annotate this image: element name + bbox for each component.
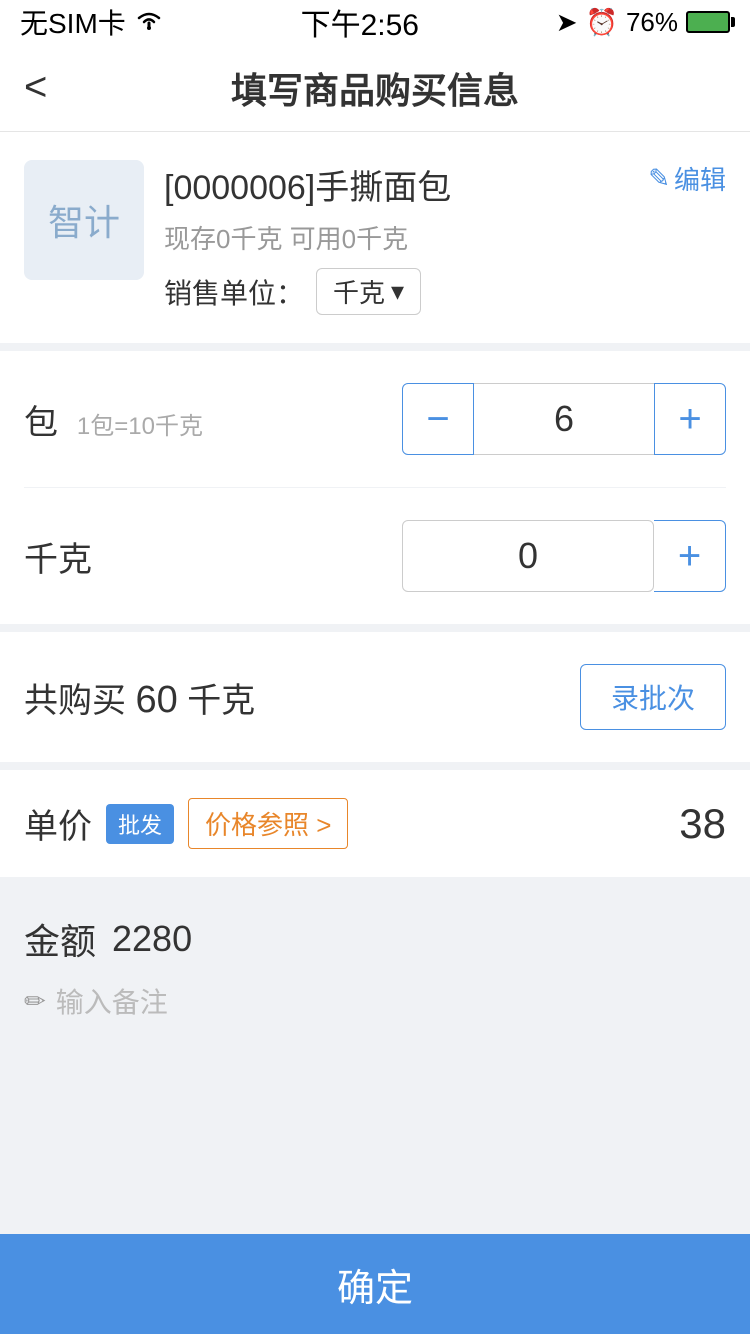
quantity-control-bao: − + [402,383,726,455]
total-amount: 60 [135,679,177,721]
product-unit-row: 销售单位： 千克 ▾ [164,268,726,315]
quantity-bao-input[interactable] [474,383,654,455]
quantity-kg-input[interactable] [402,520,654,592]
product-thumbnail: 智计 [24,160,144,280]
decrease-bao-button[interactable]: − [402,383,474,455]
price-ref-button[interactable]: 价格参照 > [188,798,348,849]
unit-select[interactable]: 千克 ▾ [316,268,421,315]
back-button[interactable]: < [24,65,47,110]
quantity-section: 包 1包=10千克 − + 千克 + [0,351,750,624]
price-ref-label: 价格参照 > [205,805,331,842]
total-row: 共购买 60 千克 录批次 [0,624,750,770]
amount-label: 金额 [24,913,96,965]
edit-button[interactable]: ✎ 编辑 [648,160,726,197]
unit-label: 销售单位： [164,272,304,312]
unit-value: 千克 [333,273,385,310]
alarm-icon: ⏰ [586,7,618,38]
product-stock: 现存0千克 可用0千克 [164,219,726,256]
total-text: 共购买 60 千克 [24,673,255,722]
product-top-row: [0000006]手撕面包 ✎ 编辑 [164,160,726,219]
status-bar: 无SIM卡 下午2:56 ➤ ⏰ 76% [0,0,750,44]
pencil-icon: ✏ [24,986,46,1017]
quantity-label-bao: 包 1包=10千克 [24,395,203,444]
carrier-label: 无SIM卡 [20,2,126,42]
total-label: 共购买 [24,682,126,720]
amount-section: 金额 2280 ✏ 输入备注 [0,885,750,1037]
product-card: 智计 [0000006]手撕面包 ✎ 编辑 现存0千克 可用0千克 销售单位： … [0,132,750,351]
page-title: 填写商品购买信息 [231,62,519,114]
quantity-label-kg: 千克 [24,532,92,581]
quantity-control-kg: + [402,520,726,592]
increase-bao-button[interactable]: + [654,383,726,455]
product-logo: 智计 [48,194,120,246]
price-label: 单价 [24,799,92,848]
batch-button[interactable]: 录批次 [580,664,726,730]
price-tag: 批发 [106,804,174,844]
product-name: [0000006]手撕面包 [164,160,451,209]
total-unit: 千克 [187,682,255,720]
edit-icon-symbol: ✎ [648,163,670,194]
battery-icon [686,11,730,33]
wifi-icon [134,6,164,38]
battery-percent: 76% [626,7,678,38]
label-bao: 包 [24,404,58,442]
quantity-row-kg: 千克 + [24,488,726,624]
price-label-row: 单价 批发 价格参照 > [24,798,348,849]
amount-value: 2280 [112,918,192,960]
hint-bao: 1包=10千克 [77,413,203,440]
product-info: [0000006]手撕面包 ✎ 编辑 现存0千克 可用0千克 销售单位： 千克 … [164,160,726,315]
increase-kg-button[interactable]: + [654,520,726,592]
confirm-button[interactable]: 确定 [0,1234,750,1334]
price-section: 单价 批发 价格参照 > 38 [0,770,750,885]
chevron-down-icon: ▾ [391,276,404,307]
location-icon: ➤ [556,7,578,38]
nav-bar: < 填写商品购买信息 [0,44,750,132]
status-right: ➤ ⏰ 76% [556,7,730,38]
quantity-row-bao: 包 1包=10千克 − + [24,351,726,488]
amount-row: 金额 2280 [24,913,726,965]
edit-label: 编辑 [674,160,726,197]
status-left: 无SIM卡 [20,2,164,42]
remark-row[interactable]: ✏ 输入备注 [24,981,726,1021]
price-value: 38 [679,800,726,848]
status-time: 下午2:56 [301,0,419,44]
remark-placeholder: 输入备注 [56,981,168,1021]
label-kg: 千克 [24,541,92,579]
